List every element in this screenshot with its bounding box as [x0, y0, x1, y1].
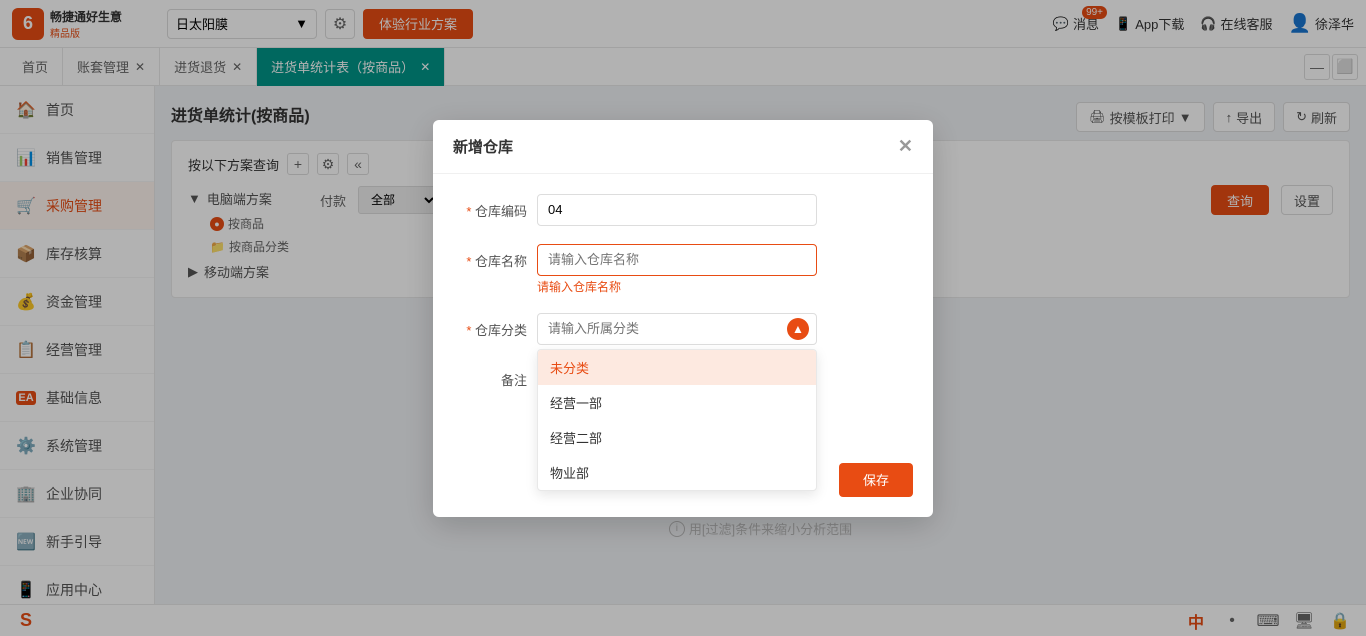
warehouse-name-wrap: 请输入仓库名称 — [537, 244, 909, 295]
modal-header: 新增仓库 ✕ — [433, 120, 933, 174]
warehouse-category-input[interactable] — [537, 313, 817, 345]
warehouse-category-dropdown: 未分类 经营一部 经营二部 物业部 — [537, 349, 817, 491]
dropdown-option-dept3[interactable]: 物业部 — [538, 455, 816, 490]
warehouse-category-arrow[interactable]: ▲ — [787, 318, 809, 340]
warehouse-name-label: 仓库名称 — [457, 244, 527, 270]
warehouse-remark-label: 备注 — [457, 363, 527, 389]
modal-title: 新增仓库 — [453, 136, 513, 157]
modal-save-button[interactable]: 保存 — [839, 463, 913, 497]
warehouse-code-row: 仓库编码 — [457, 194, 909, 226]
new-warehouse-modal: 新增仓库 ✕ 仓库编码 仓库名称 请输入仓库名称 仓库分类 — [433, 120, 933, 517]
dropdown-option-unclassified[interactable]: 未分类 — [538, 350, 816, 385]
warehouse-code-input[interactable] — [537, 194, 817, 226]
warehouse-category-row: 仓库分类 ▲ 未分类 经营一部 经营二部 物业部 — [457, 313, 909, 345]
warehouse-category-label: 仓库分类 — [457, 313, 527, 339]
dropdown-option-dept2[interactable]: 经营二部 — [538, 420, 816, 455]
warehouse-name-error: 请输入仓库名称 — [537, 278, 909, 295]
modal-body: 仓库编码 仓库名称 请输入仓库名称 仓库分类 ▲ 未分类 — [433, 174, 933, 451]
dropdown-option-dept1[interactable]: 经营一部 — [538, 385, 816, 420]
modal-close-button[interactable]: ✕ — [898, 136, 913, 157]
warehouse-name-row: 仓库名称 请输入仓库名称 — [457, 244, 909, 295]
warehouse-code-label: 仓库编码 — [457, 194, 527, 220]
warehouse-category-wrap: ▲ 未分类 经营一部 经营二部 物业部 — [537, 313, 817, 345]
modal-overlay: 新增仓库 ✕ 仓库编码 仓库名称 请输入仓库名称 仓库分类 — [0, 0, 1366, 636]
warehouse-name-input[interactable] — [537, 244, 817, 276]
